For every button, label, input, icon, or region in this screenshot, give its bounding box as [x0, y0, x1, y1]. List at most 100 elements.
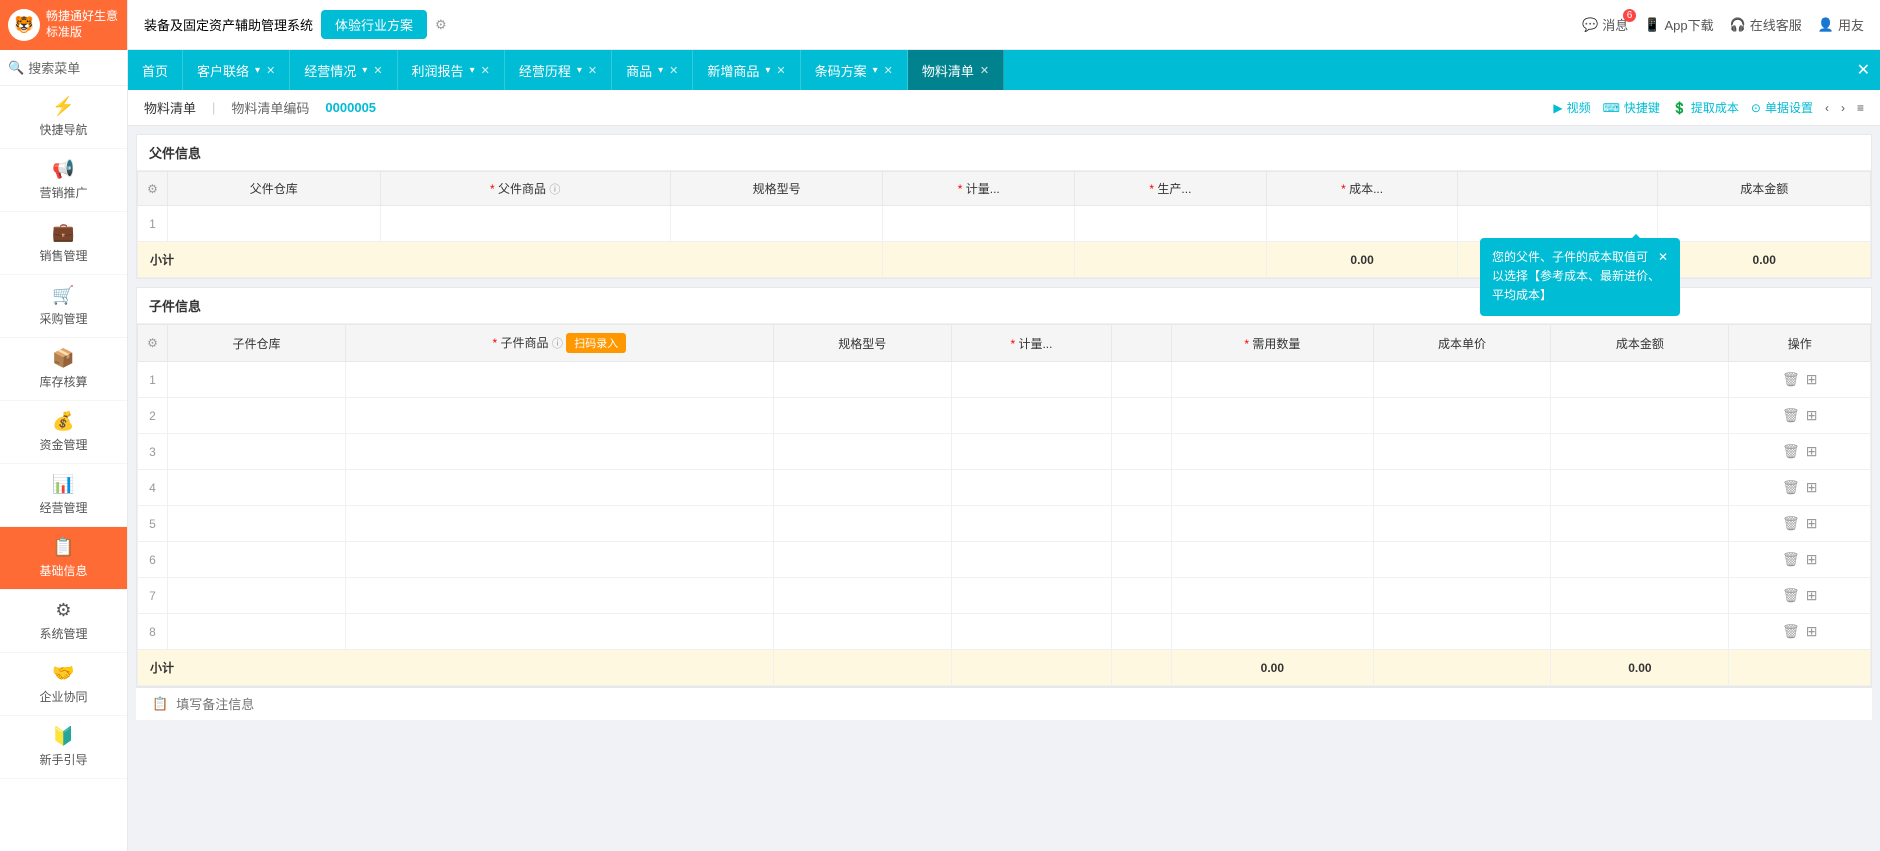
tab-barcode[interactable]: 条码方案 ▾ ✕ — [801, 50, 908, 90]
sidebar-item-basic-info[interactable]: 📋基础信息 — [0, 527, 127, 590]
child-row-5-qty[interactable] — [1172, 506, 1373, 542]
child-row-6-goods[interactable] — [345, 542, 773, 578]
parent-row-1-goods[interactable] — [380, 206, 670, 242]
next-bill-button[interactable]: › — [1841, 101, 1845, 115]
child-row-8-unit[interactable] — [951, 614, 1111, 650]
child-row-7-warehouse[interactable] — [168, 578, 346, 614]
child-row-3-goods[interactable] — [345, 434, 773, 470]
trial-button[interactable]: 体验行业方案 — [321, 10, 427, 39]
sidebar-search[interactable]: 🔍 搜索菜单 — [0, 50, 127, 86]
delete-icon-row-2[interactable]: 🗑 — [1782, 407, 1800, 424]
child-row-2-qty[interactable] — [1172, 398, 1373, 434]
tab-customer[interactable]: 客户联络 ▾ ✕ — [183, 50, 290, 90]
bill-list-button[interactable]: ≡ — [1857, 101, 1864, 115]
delete-icon-row-3[interactable]: 🗑 — [1782, 443, 1800, 460]
copy-icon-row-2[interactable]: ⊞ — [1806, 407, 1818, 424]
online-service-button[interactable]: 🎧 在线客服 — [1730, 15, 1802, 34]
tab-goods-close[interactable]: ✕ — [669, 64, 678, 77]
copy-icon-row-4[interactable]: ⊞ — [1806, 479, 1818, 496]
sidebar-item-finance[interactable]: 💰资金管理 — [0, 401, 127, 464]
child-row-7-goods[interactable] — [345, 578, 773, 614]
delete-icon-row-1[interactable]: 🗑 — [1782, 371, 1800, 388]
child-row-4-spec[interactable] — [773, 470, 951, 506]
child-settings-icon[interactable]: ⚙ — [147, 336, 158, 350]
message-button[interactable]: 💬 消息 6 — [1582, 15, 1628, 34]
tab-customer-close[interactable]: ✕ — [266, 64, 275, 77]
sidebar-item-inventory[interactable]: 📦库存核算 — [0, 338, 127, 401]
sidebar-item-enterprise[interactable]: 🤝企业协同 — [0, 653, 127, 716]
child-row-1-goods[interactable] — [345, 362, 773, 398]
child-row-8-spec[interactable] — [773, 614, 951, 650]
child-row-8-goods[interactable] — [345, 614, 773, 650]
close-all-tabs[interactable]: ✕ — [1847, 60, 1880, 80]
tab-operations-close[interactable]: ✕ — [373, 64, 382, 77]
sidebar-item-quick-nav[interactable]: ⚡快捷导航 — [0, 86, 127, 149]
child-row-2-spec[interactable] — [773, 398, 951, 434]
sidebar-item-sales[interactable]: 💼销售管理 — [0, 212, 127, 275]
child-row-8-warehouse[interactable] — [168, 614, 346, 650]
child-row-6-unit[interactable] — [951, 542, 1111, 578]
tab-new-goods-close[interactable]: ✕ — [776, 64, 785, 77]
child-row-1-qty[interactable] — [1172, 362, 1373, 398]
child-row-7-unit[interactable] — [951, 578, 1111, 614]
child-row-5-warehouse[interactable] — [168, 506, 346, 542]
tab-bom-close[interactable]: ✕ — [980, 64, 989, 77]
child-row-6-warehouse[interactable] — [168, 542, 346, 578]
tab-goods[interactable]: 商品 ▾ ✕ — [612, 50, 693, 90]
copy-icon-row-1[interactable]: ⊞ — [1806, 371, 1818, 388]
gear-icon[interactable]: ⚙ — [435, 17, 447, 33]
child-row-5-spec[interactable] — [773, 506, 951, 542]
tab-new-goods[interactable]: 新增商品 ▾ ✕ — [693, 50, 800, 90]
child-row-4-goods[interactable] — [345, 470, 773, 506]
tab-home[interactable]: 首页 — [128, 50, 183, 90]
parent-row-1-spec[interactable] — [670, 206, 883, 242]
delete-icon-row-8[interactable]: 🗑 — [1782, 623, 1800, 640]
parent-row-1-warehouse[interactable] — [168, 206, 381, 242]
app-download-button[interactable]: 📱 App下载 — [1644, 15, 1713, 34]
shortcut-button[interactable]: ⌨ 快捷键 — [1603, 99, 1660, 116]
sidebar-item-purchase[interactable]: 🛒采购管理 — [0, 275, 127, 338]
bill-settings-button[interactable]: ⊙ 单据设置 — [1751, 99, 1813, 116]
child-row-4-warehouse[interactable] — [168, 470, 346, 506]
child-row-8-qty[interactable] — [1172, 614, 1373, 650]
child-row-2-warehouse[interactable] — [168, 398, 346, 434]
parent-row-1-unit[interactable] — [883, 206, 1075, 242]
tooltip-close-button[interactable]: ✕ — [1658, 248, 1668, 267]
delete-icon-row-7[interactable]: 🗑 — [1782, 587, 1800, 604]
child-row-1-spec[interactable] — [773, 362, 951, 398]
child-row-3-spec[interactable] — [773, 434, 951, 470]
tab-history[interactable]: 经营历程 ▾ ✕ — [505, 50, 612, 90]
child-row-3-unit[interactable] — [951, 434, 1111, 470]
delete-icon-row-6[interactable]: 🗑 — [1782, 551, 1800, 568]
sidebar-item-marketing[interactable]: 📢营销推广 — [0, 149, 127, 212]
user-button[interactable]: 👤 用友 — [1818, 15, 1864, 34]
copy-icon-row-5[interactable]: ⊞ — [1806, 515, 1818, 532]
child-row-1-unit[interactable] — [951, 362, 1111, 398]
copy-icon-row-3[interactable]: ⊞ — [1806, 443, 1818, 460]
child-row-5-unit[interactable] — [951, 506, 1111, 542]
settings-gear-icon[interactable]: ⚙ — [147, 182, 158, 196]
copy-icon-row-7[interactable]: ⊞ — [1806, 587, 1818, 604]
child-row-1-warehouse[interactable] — [168, 362, 346, 398]
tab-barcode-close[interactable]: ✕ — [884, 64, 893, 77]
child-row-6-spec[interactable] — [773, 542, 951, 578]
sidebar-item-system[interactable]: ⚙系统管理 — [0, 590, 127, 653]
scan-input-button[interactable]: 扫码录入 — [566, 333, 626, 353]
child-row-4-qty[interactable] — [1172, 470, 1373, 506]
tab-profit[interactable]: 利润报告 ▾ ✕ — [398, 50, 505, 90]
sidebar-item-operations[interactable]: 📊经营管理 — [0, 464, 127, 527]
parent-row-1-production[interactable] — [1075, 206, 1267, 242]
child-row-2-unit[interactable] — [951, 398, 1111, 434]
child-row-4-unit[interactable] — [951, 470, 1111, 506]
child-row-6-qty[interactable] — [1172, 542, 1373, 578]
tab-operations[interactable]: 经营情况 ▾ ✕ — [290, 50, 397, 90]
child-row-3-qty[interactable] — [1172, 434, 1373, 470]
copy-icon-row-8[interactable]: ⊞ — [1806, 623, 1818, 640]
delete-icon-row-4[interactable]: 🗑 — [1782, 479, 1800, 496]
parent-row-1-cost[interactable] — [1266, 206, 1458, 242]
copy-icon-row-6[interactable]: ⊞ — [1806, 551, 1818, 568]
child-row-2-goods[interactable] — [345, 398, 773, 434]
remark-input[interactable] — [176, 697, 1856, 712]
video-button[interactable]: ▶ 视频 — [1553, 99, 1590, 116]
child-row-5-goods[interactable] — [345, 506, 773, 542]
